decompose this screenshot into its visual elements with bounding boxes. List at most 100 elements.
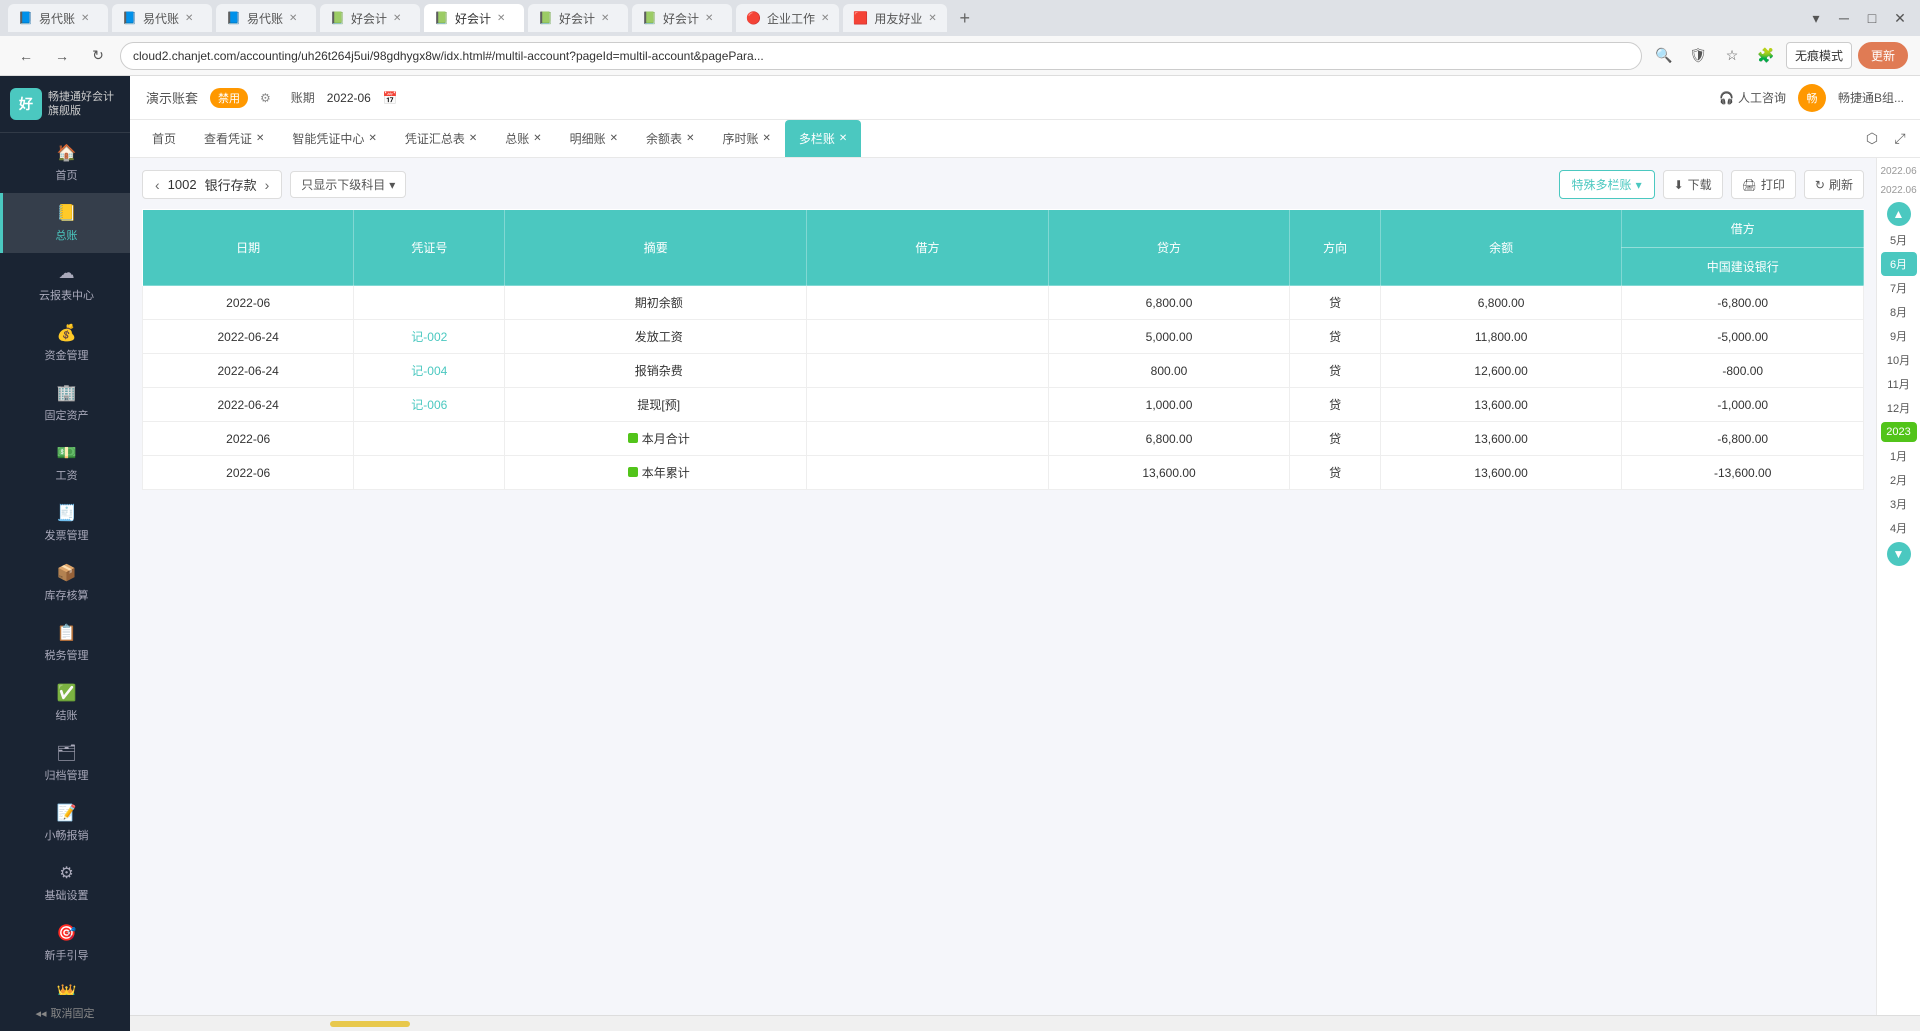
- forward-button[interactable]: →: [48, 42, 76, 70]
- account-next-btn[interactable]: ›: [261, 177, 274, 193]
- close-btn[interactable]: ✕: [1888, 6, 1912, 30]
- voucher-link[interactable]: 记-004: [411, 364, 447, 378]
- nav-tab-multicolumn[interactable]: 多栏账 ✕: [785, 120, 861, 157]
- new-tab-button[interactable]: +: [951, 4, 979, 32]
- nav-tab-detail[interactable]: 明细账 ✕: [556, 120, 632, 157]
- date-item-july[interactable]: 7月: [1881, 276, 1917, 300]
- date-item-sep[interactable]: 9月: [1881, 324, 1917, 348]
- sidebar-item-guide[interactable]: 🎯 新手引导: [0, 913, 130, 973]
- nav-tab-home[interactable]: 首页: [138, 120, 190, 157]
- address-input[interactable]: [120, 42, 1642, 70]
- tab-close-4[interactable]: ✕: [497, 13, 505, 24]
- tab-close-0[interactable]: ✕: [81, 13, 89, 24]
- voucher-link[interactable]: 记-006: [411, 398, 447, 412]
- date-item-feb[interactable]: 2月: [1881, 468, 1917, 492]
- nav-tab-summary[interactable]: 凭证汇总表 ✕: [391, 120, 491, 157]
- address-bar: ← → ↻ 🔍 🛡 ☆ 🧩 无痕模式 更新: [0, 36, 1920, 76]
- tab-5[interactable]: 📗 好会计 ✕: [528, 4, 628, 32]
- calendar-icon[interactable]: 📅: [383, 91, 398, 105]
- tab-close-2[interactable]: ✕: [289, 13, 297, 24]
- nav-tab-sequence[interactable]: 序时账 ✕: [708, 120, 784, 157]
- settings-gear-icon[interactable]: ⚙: [260, 91, 271, 105]
- sidebar-item-archive[interactable]: 🗂 归档管理: [0, 733, 130, 793]
- date-item-2022-06-2[interactable]: 2022.06: [1881, 181, 1917, 200]
- nav-tab-smart[interactable]: 智能凭证中心 ✕: [278, 120, 390, 157]
- back-button[interactable]: ←: [12, 42, 40, 70]
- tab-6[interactable]: 📗 好会计 ✕: [632, 4, 732, 32]
- sidebar-item-settle[interactable]: ✅ 结账: [0, 673, 130, 733]
- date-item-nov[interactable]: 11月: [1881, 372, 1917, 396]
- print-button[interactable]: 🖨 打印: [1731, 170, 1796, 199]
- tab-0[interactable]: 📘 易代账 ✕: [8, 4, 108, 32]
- tab-close-3[interactable]: ✕: [393, 13, 401, 24]
- expand-panel-btn[interactable]: ⤢: [1888, 127, 1912, 151]
- nav-tab-balance-close[interactable]: ✕: [686, 133, 694, 144]
- extensions-icon[interactable]: 🧩: [1752, 42, 1780, 70]
- sidebar-item-tax[interactable]: 📋 税务管理: [0, 613, 130, 673]
- sidebar-item-assets[interactable]: 🏢 固定资产: [0, 373, 130, 433]
- sidebar-item-inventory[interactable]: 📦 库存核算: [0, 553, 130, 613]
- date-item-oct[interactable]: 10月: [1881, 348, 1917, 372]
- col-date: 日期: [143, 210, 354, 286]
- tab-1[interactable]: 📘 易代账 ✕: [112, 4, 212, 32]
- sidebar-item-salary[interactable]: 💵 工资: [0, 433, 130, 493]
- date-item-aug[interactable]: 8月: [1881, 300, 1917, 324]
- tab-close-5[interactable]: ✕: [601, 13, 609, 24]
- nav-tab-sequence-close[interactable]: ✕: [762, 133, 770, 144]
- nav-tab-general[interactable]: 总账 ✕: [491, 120, 555, 157]
- date-item-apr[interactable]: 4月: [1881, 516, 1917, 540]
- collapse-panel-btn[interactable]: ⬡: [1860, 127, 1884, 151]
- date-up-btn[interactable]: ▲: [1887, 202, 1911, 226]
- nav-tab-voucher[interactable]: 查看凭证 ✕: [190, 120, 278, 157]
- nav-tab-summary-close[interactable]: ✕: [469, 133, 477, 144]
- nav-tab-multicolumn-close[interactable]: ✕: [839, 133, 847, 144]
- star-icon[interactable]: ☆: [1718, 42, 1746, 70]
- tab-close-6[interactable]: ✕: [705, 13, 713, 24]
- nav-tab-voucher-close[interactable]: ✕: [256, 133, 264, 144]
- sidebar-item-home[interactable]: 🏠 首页: [0, 133, 130, 193]
- nav-tab-general-close[interactable]: ✕: [533, 133, 541, 144]
- date-down-btn[interactable]: ▼: [1887, 542, 1911, 566]
- sidebar-item-capital[interactable]: 💰 资金管理: [0, 313, 130, 373]
- nav-tab-smart-close[interactable]: ✕: [368, 133, 376, 144]
- reload-button[interactable]: ↻: [84, 42, 112, 70]
- consult-button[interactable]: 🎧 人工咨询: [1719, 89, 1786, 106]
- update-button[interactable]: 更新: [1858, 42, 1908, 69]
- refresh-button[interactable]: ↻ 刷新: [1804, 170, 1864, 199]
- sidebar-item-member[interactable]: 👑 畅会员: [0, 973, 130, 995]
- sidebar-item-settings[interactable]: ⚙ 基础设置: [0, 853, 130, 913]
- tab-7[interactable]: 🔴 企业工作 ✕: [736, 4, 839, 32]
- horizontal-scrollbar[interactable]: [330, 1021, 410, 1027]
- nav-tab-detail-close[interactable]: ✕: [610, 133, 618, 144]
- tab-close-8[interactable]: ✕: [928, 13, 936, 24]
- sidebar-item-expense[interactable]: 📝 小畅报销: [0, 793, 130, 853]
- download-button[interactable]: ⬇ 下载: [1663, 170, 1723, 199]
- sidebar-item-cloud[interactable]: ☁ 云报表中心: [0, 253, 130, 313]
- date-item-june[interactable]: 6月: [1881, 252, 1917, 276]
- nav-tab-balance[interactable]: 余额表 ✕: [632, 120, 708, 157]
- tab-close-1[interactable]: ✕: [185, 13, 193, 24]
- date-item-may[interactable]: 5月: [1881, 228, 1917, 252]
- sidebar-item-ledger[interactable]: 📒 总账: [0, 193, 130, 253]
- no-trace-button[interactable]: 无痕模式: [1786, 42, 1852, 69]
- special-multicolumn-button[interactable]: 特殊多栏账 ▾: [1559, 170, 1655, 199]
- invoice-icon: 🧾: [57, 503, 77, 523]
- date-item-mar[interactable]: 3月: [1881, 492, 1917, 516]
- tab-list-btn[interactable]: ▾: [1804, 6, 1828, 30]
- sidebar-pin[interactable]: ◂◂ 取消固定: [0, 995, 130, 1031]
- account-prev-btn[interactable]: ‹: [151, 177, 164, 193]
- date-item-jan[interactable]: 1月: [1881, 444, 1917, 468]
- restore-btn[interactable]: □: [1860, 6, 1884, 30]
- filter-dropdown[interactable]: 只显示下级科目 ▾: [290, 171, 406, 198]
- search-icon[interactable]: 🔍: [1650, 42, 1678, 70]
- tab-8[interactable]: 🟥 用友好业 ✕: [843, 4, 946, 32]
- date-item-dec[interactable]: 12月: [1881, 396, 1917, 420]
- voucher-link[interactable]: 记-002: [411, 330, 447, 344]
- tab-3[interactable]: 📗 好会计 ✕: [320, 4, 420, 32]
- date-item-2022-06-top[interactable]: 2022.06: [1881, 162, 1917, 181]
- tab-4[interactable]: 📗 好会计 ✕: [424, 4, 524, 32]
- minimize-btn[interactable]: ─: [1832, 6, 1856, 30]
- tab-close-7[interactable]: ✕: [821, 13, 829, 24]
- sidebar-item-invoice[interactable]: 🧾 发票管理: [0, 493, 130, 553]
- tab-2[interactable]: 📘 易代账 ✕: [216, 4, 316, 32]
